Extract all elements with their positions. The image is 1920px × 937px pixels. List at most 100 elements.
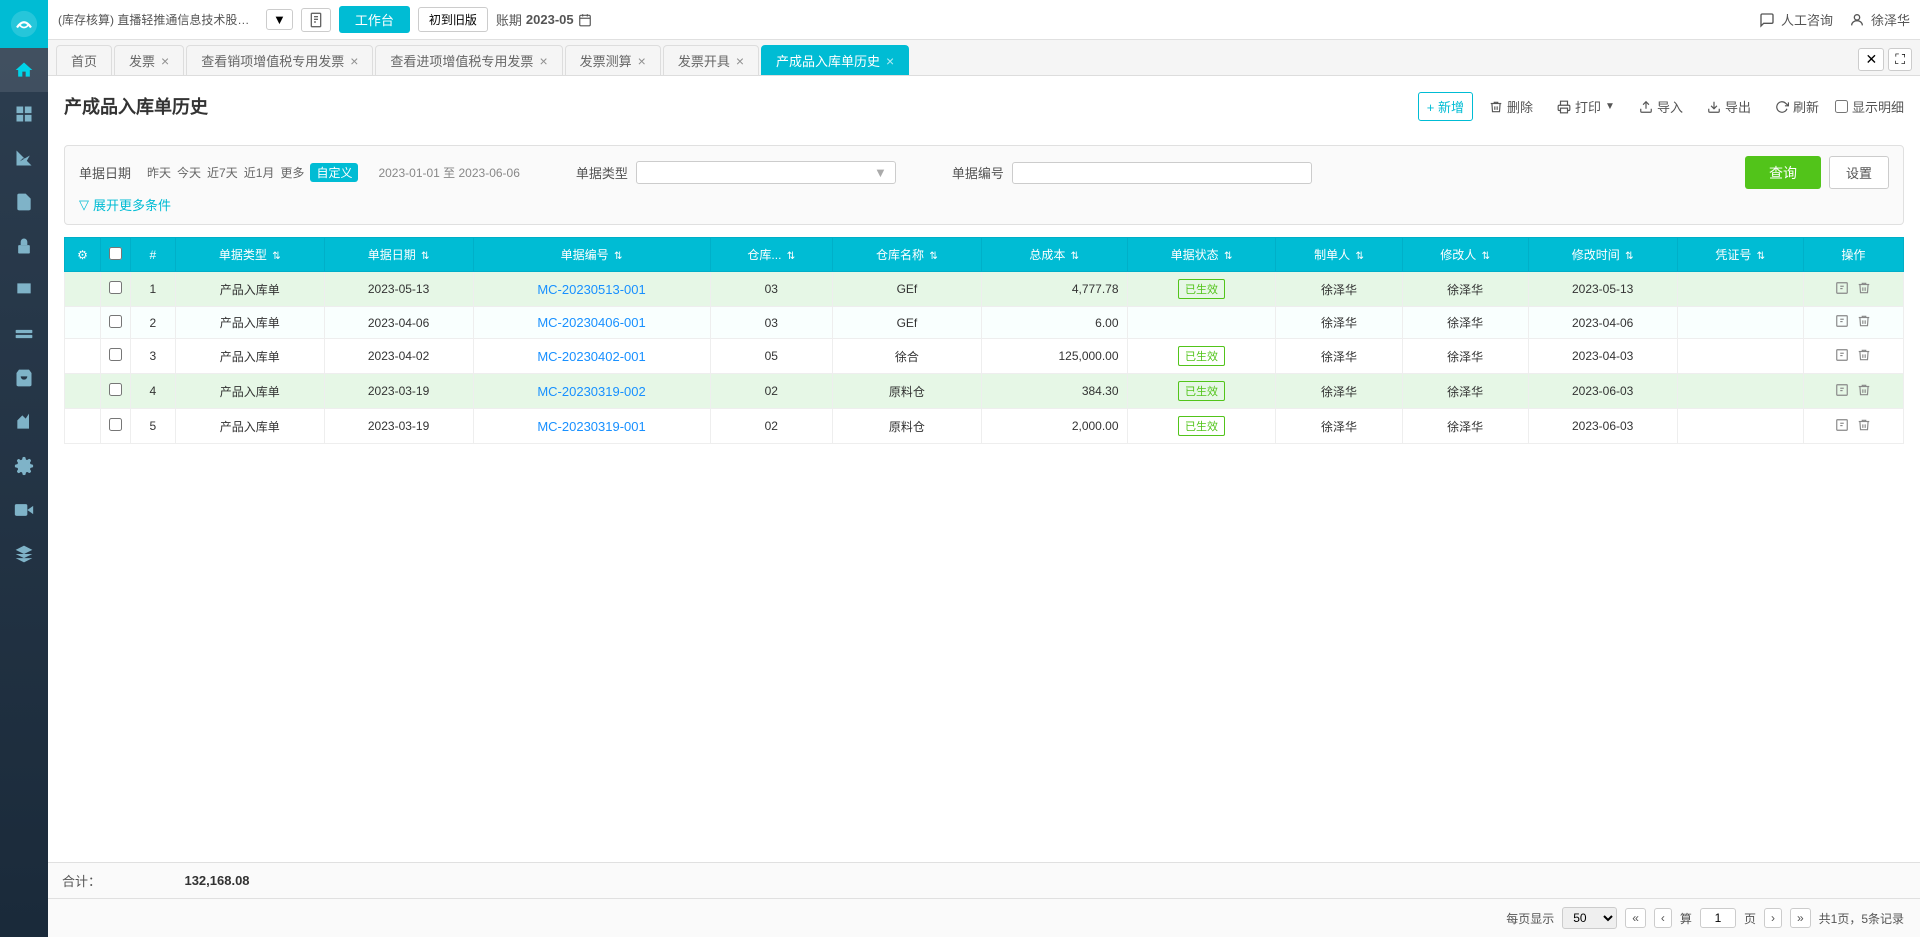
status-badge: 已生效 <box>1178 279 1225 299</box>
history-button[interactable]: 初到旧版 <box>418 7 488 32</box>
col-type[interactable]: 单据类型 ⇅ <box>175 238 324 272</box>
row-voucher <box>1677 307 1803 339</box>
col-creator[interactable]: 制单人 ⇅ <box>1276 238 1402 272</box>
col-warehouse-name[interactable]: 仓库名称 ⇅ <box>832 238 981 272</box>
sidebar-item-manufacture[interactable] <box>0 400 48 444</box>
tab-check-purchase-close[interactable]: × <box>539 54 547 68</box>
row-number-link[interactable]: MC-20230319-002 <box>537 384 645 399</box>
row-settings <box>65 409 101 444</box>
sidebar-item-home[interactable] <box>0 48 48 92</box>
sidebar-item-video[interactable] <box>0 488 48 532</box>
row-select-checkbox[interactable] <box>109 315 122 328</box>
tab-product-in[interactable]: 产成品入库单历史 × <box>761 45 909 75</box>
row-number-link[interactable]: MC-20230406-001 <box>537 315 645 330</box>
sidebar-item-version[interactable] <box>0 532 48 576</box>
row-number: MC-20230513-001 <box>473 272 710 307</box>
sidebar <box>0 0 48 937</box>
new-button[interactable]: + 新增 <box>1418 92 1473 121</box>
last-page-btn[interactable]: » <box>1790 908 1811 928</box>
row-select-checkbox[interactable] <box>109 418 122 431</box>
search-button[interactable]: 查询 <box>1745 156 1821 189</box>
sidebar-item-cart[interactable] <box>0 356 48 400</box>
sidebar-item-storage[interactable] <box>0 312 48 356</box>
company-dropdown[interactable]: ▼ <box>266 9 293 30</box>
col-modify-time[interactable]: 修改时间 ⇅ <box>1528 238 1677 272</box>
sidebar-item-inbox[interactable] <box>0 268 48 312</box>
next-page-btn[interactable]: › <box>1764 908 1782 928</box>
first-page-btn[interactable]: « <box>1625 908 1646 928</box>
row-edit-icon[interactable] <box>1835 383 1849 400</box>
date-custom[interactable]: 自定义 <box>310 163 358 182</box>
doc-icon-btn[interactable] <box>301 8 331 32</box>
tab-home[interactable]: 首页 <box>56 45 112 75</box>
import-button[interactable]: 导入 <box>1631 93 1691 120</box>
workbench-button[interactable]: 工作台 <box>339 6 410 33</box>
tab-check-sale[interactable]: 查看销项增值税专用发票 × <box>186 45 373 75</box>
row-total-cost: 384.30 <box>981 374 1127 409</box>
sidebar-item-grid[interactable] <box>0 92 48 136</box>
delete-button[interactable]: 删除 <box>1481 93 1541 120</box>
tab-calc[interactable]: 发票测算 × <box>565 45 661 75</box>
row-select-checkbox[interactable] <box>109 383 122 396</box>
col-warehouse-code[interactable]: 仓库... ⇅ <box>710 238 832 272</box>
date-more[interactable]: 更多 <box>280 164 304 181</box>
row-delete-icon[interactable] <box>1857 383 1871 400</box>
date-yesterday[interactable]: 昨天 <box>147 164 171 181</box>
per-page-select[interactable]: 50 100 200 <box>1562 907 1617 929</box>
row-delete-icon[interactable] <box>1857 314 1871 331</box>
tab-invoice-close[interactable]: × <box>161 54 169 68</box>
prev-page-btn[interactable]: ‹ <box>1654 908 1672 928</box>
page-number-input[interactable] <box>1700 908 1736 928</box>
row-edit-icon[interactable] <box>1835 281 1849 298</box>
row-number-link[interactable]: MC-20230319-001 <box>537 419 645 434</box>
row-edit-icon[interactable] <box>1835 348 1849 365</box>
user-menu[interactable]: 徐泽华 <box>1849 10 1910 29</box>
col-total-cost[interactable]: 总成本 ⇅ <box>981 238 1127 272</box>
row-modify-time: 2023-06-03 <box>1528 374 1677 409</box>
row-delete-icon[interactable] <box>1857 348 1871 365</box>
expand-more[interactable]: ▽ 展开更多条件 <box>79 195 1889 214</box>
tab-check-sale-close[interactable]: × <box>350 54 358 68</box>
tab-open-close[interactable]: × <box>736 54 744 68</box>
tab-product-in-close[interactable]: × <box>886 54 894 68</box>
date-today[interactable]: 今天 <box>177 164 201 181</box>
tab-invoice[interactable]: 发票 × <box>114 45 184 75</box>
row-modifier: 徐泽华 <box>1402 374 1528 409</box>
reset-button[interactable]: 设置 <box>1829 156 1889 189</box>
row-number-link[interactable]: MC-20230402-001 <box>537 349 645 364</box>
assist-btn[interactable]: 人工咨询 <box>1759 10 1833 29</box>
row-edit-icon[interactable] <box>1835 314 1849 331</box>
tab-open[interactable]: 发票开具 × <box>663 45 759 75</box>
row-delete-icon[interactable] <box>1857 281 1871 298</box>
sidebar-item-document[interactable] <box>0 180 48 224</box>
row-edit-icon[interactable] <box>1835 418 1849 435</box>
print-button[interactable]: 打印 ▼ <box>1549 93 1623 120</box>
number-input[interactable] <box>1012 162 1312 184</box>
col-voucher[interactable]: 凭证号 ⇅ <box>1677 238 1803 272</box>
sidebar-item-chart[interactable] <box>0 136 48 180</box>
row-action <box>1803 272 1903 307</box>
row-select-checkbox[interactable] <box>109 281 122 294</box>
col-status[interactable]: 单据状态 ⇅ <box>1127 238 1276 272</box>
show-detail-checkbox[interactable] <box>1835 100 1848 113</box>
tab-calc-close[interactable]: × <box>638 54 646 68</box>
date-7days[interactable]: 近7天 <box>207 164 238 181</box>
col-date[interactable]: 单据日期 ⇅ <box>324 238 473 272</box>
sidebar-item-lock[interactable] <box>0 224 48 268</box>
row-delete-icon[interactable] <box>1857 418 1871 435</box>
export-button[interactable]: 导出 <box>1699 93 1759 120</box>
date-1month[interactable]: 近1月 <box>244 164 275 181</box>
row-select-checkbox[interactable] <box>109 348 122 361</box>
col-modifier[interactable]: 修改人 ⇅ <box>1402 238 1528 272</box>
tab-close-all[interactable]: ✕ <box>1858 48 1884 71</box>
type-select[interactable]: ▼ <box>636 161 896 184</box>
row-number-link[interactable]: MC-20230513-001 <box>537 282 645 297</box>
row-action <box>1803 374 1903 409</box>
col-settings[interactable]: ⚙ <box>65 238 101 272</box>
col-number[interactable]: 单据编号 ⇅ <box>473 238 710 272</box>
refresh-button[interactable]: 刷新 <box>1767 93 1827 120</box>
tab-check-purchase[interactable]: 查看进项增值税专用发票 × <box>375 45 562 75</box>
sidebar-item-settings[interactable] <box>0 444 48 488</box>
select-all-checkbox[interactable] <box>109 247 122 260</box>
tab-maximize[interactable]: ⛶ <box>1888 48 1912 71</box>
